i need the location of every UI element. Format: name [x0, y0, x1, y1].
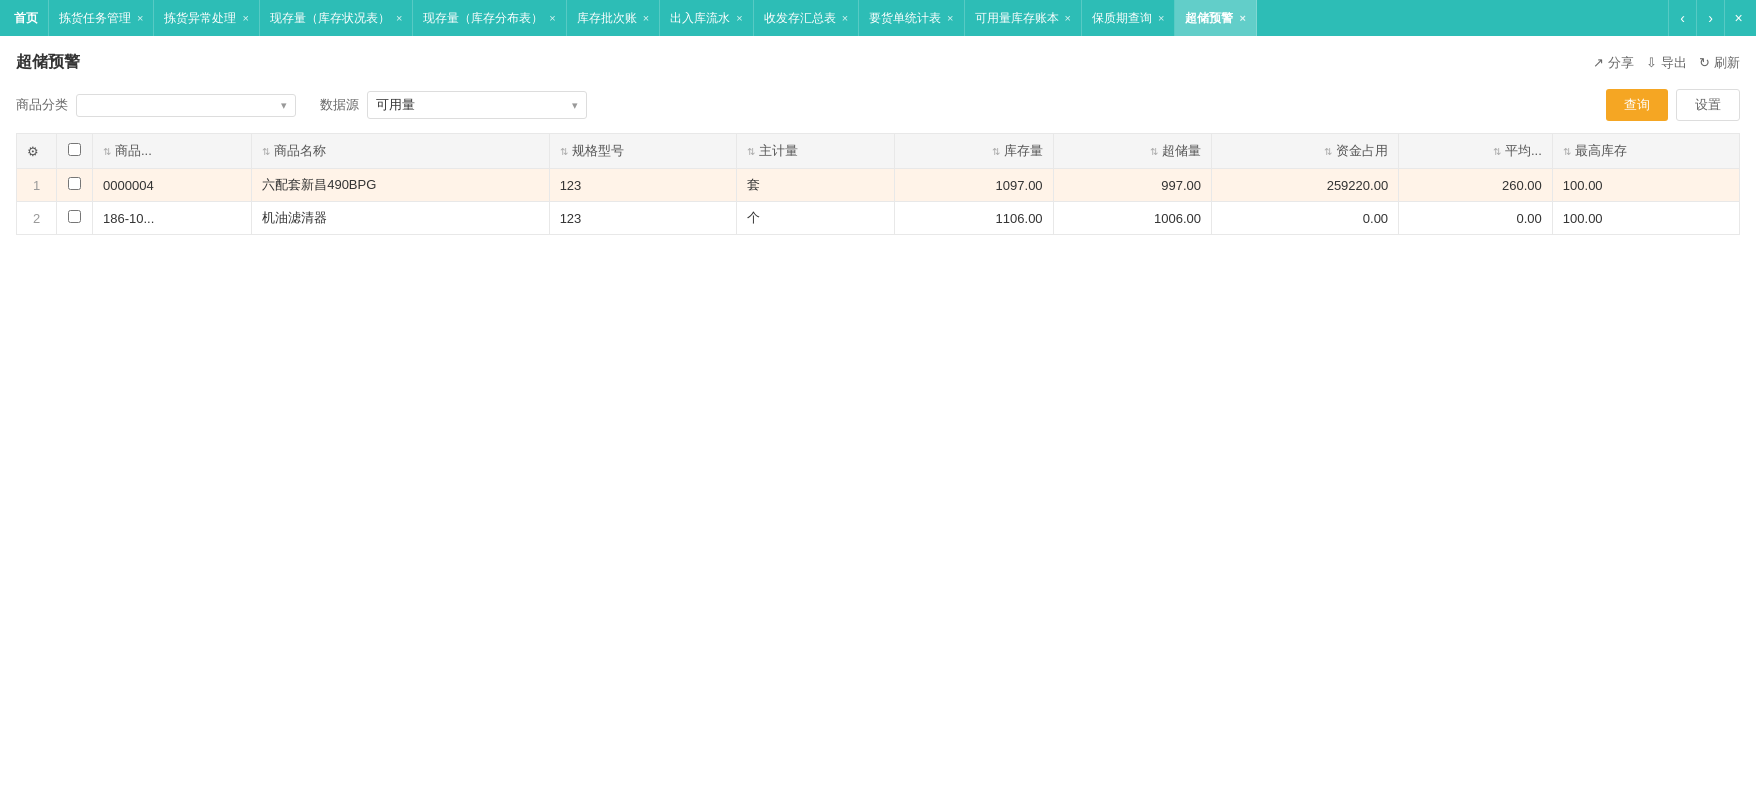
row-2-capital: 0.00: [1212, 202, 1399, 235]
nav-arrow-close[interactable]: ×: [1724, 0, 1752, 36]
table-row: 1 0000004 六配套新昌490BPG 123 套 1097.00 997.…: [17, 169, 1740, 202]
table-body: 1 0000004 六配套新昌490BPG 123 套 1097.00 997.…: [17, 169, 1740, 235]
th-stock[interactable]: ⇅库存量: [895, 134, 1053, 169]
close-stock-status-icon[interactable]: ×: [396, 12, 402, 24]
export-button[interactable]: ⇩ 导出: [1646, 54, 1687, 72]
row-1-unit: 套: [736, 169, 894, 202]
th-code[interactable]: ⇅商品...: [93, 134, 252, 169]
settings-button[interactable]: 设置: [1676, 89, 1740, 121]
nav-tab-order-stats[interactable]: 要货单统计表 ×: [859, 0, 964, 36]
close-in-out-flow-icon[interactable]: ×: [736, 12, 742, 24]
th-name[interactable]: ⇅商品名称: [252, 134, 549, 169]
nav-tab-stock-status[interactable]: 现存量（库存状况表） ×: [260, 0, 413, 36]
category-filter: 商品分类 ▾: [16, 94, 296, 117]
filter-bar: 商品分类 ▾ 数据源 可用量 ▾ 查询 设置: [16, 89, 1740, 121]
nav-tab-pick-exception[interactable]: 拣货异常处理 ×: [154, 0, 259, 36]
page-header: 超储预警 ↗ 分享 ⇩ 导出 ↻ 刷新: [16, 52, 1740, 73]
datasource-label: 数据源: [320, 96, 359, 114]
nav-arrow-right[interactable]: ›: [1696, 0, 1724, 36]
nav-arrow-left[interactable]: ‹: [1668, 0, 1696, 36]
table-row: 2 186-10... 机油滤清器 123 个 1106.00 1006.00 …: [17, 202, 1740, 235]
share-button[interactable]: ↗ 分享: [1593, 54, 1634, 72]
row-2-spec: 123: [549, 202, 736, 235]
th-capital[interactable]: ⇅资金占用: [1212, 134, 1399, 169]
th-checkbox: [57, 134, 93, 169]
nav-tab-in-out-flow[interactable]: 出入库流水 ×: [660, 0, 753, 36]
th-over[interactable]: ⇅超储量: [1053, 134, 1211, 169]
refresh-icon: ↻: [1699, 55, 1710, 70]
th-max[interactable]: ⇅最高库存: [1552, 134, 1739, 169]
row-1-over: 997.00: [1053, 169, 1211, 202]
header-actions: ↗ 分享 ⇩ 导出 ↻ 刷新: [1593, 54, 1740, 72]
row-1-spec: 123: [549, 169, 736, 202]
table-header-row: ⚙ ⇅商品... ⇅商品名称 ⇅规格型号 ⇅主计量 ⇅库存量 ⇅超储量 ⇅资金占…: [17, 134, 1740, 169]
refresh-button[interactable]: ↻ 刷新: [1699, 54, 1740, 72]
datasource-filter: 数据源 可用量 ▾: [320, 91, 587, 119]
page-title: 超储预警: [16, 52, 80, 73]
export-icon: ⇩: [1646, 55, 1657, 70]
datasource-select-value: 可用量: [376, 96, 415, 114]
nav-tab-stock-dist[interactable]: 现存量（库存分布表） ×: [413, 0, 566, 36]
row-1-name: 六配套新昌490BPG: [252, 169, 549, 202]
top-nav: 首页 拣货任务管理 × 拣货异常处理 × 现存量（库存状况表） × 现存量（库存…: [0, 0, 1756, 36]
close-avail-account-icon[interactable]: ×: [1065, 12, 1071, 24]
th-spec[interactable]: ⇅规格型号: [549, 134, 736, 169]
row-2-max: 100.00: [1552, 202, 1739, 235]
row-1-max: 100.00: [1552, 169, 1739, 202]
nav-tab-batch-account[interactable]: 库存批次账 ×: [567, 0, 660, 36]
datasource-chevron-icon: ▾: [572, 99, 578, 112]
row-2-unit: 个: [736, 202, 894, 235]
row-2-checkbox[interactable]: [68, 210, 81, 223]
close-pick-task-icon[interactable]: ×: [137, 12, 143, 24]
row-2-over: 1006.00: [1053, 202, 1211, 235]
row-1-num: 1: [17, 169, 57, 202]
row-2-name: 机油滤清器: [252, 202, 549, 235]
page-content: 超储预警 ↗ 分享 ⇩ 导出 ↻ 刷新 商品分类 ▾ 数据源: [0, 36, 1756, 800]
category-label: 商品分类: [16, 96, 68, 114]
query-button[interactable]: 查询: [1606, 89, 1668, 121]
row-1-checkbox[interactable]: [68, 177, 81, 190]
th-avg[interactable]: ⇅平均...: [1399, 134, 1553, 169]
row-1-stock: 1097.00: [895, 169, 1053, 202]
row-2-avg: 0.00: [1399, 202, 1553, 235]
row-1-checkbox-cell: [57, 169, 93, 202]
row-2-num: 2: [17, 202, 57, 235]
share-icon: ↗: [1593, 55, 1604, 70]
row-1-code: 0000004: [93, 169, 252, 202]
nav-tab-pick-task[interactable]: 拣货任务管理 ×: [49, 0, 154, 36]
row-1-avg: 260.00: [1399, 169, 1553, 202]
nav-tab-home[interactable]: 首页: [4, 0, 49, 36]
row-2-stock: 1106.00: [895, 202, 1053, 235]
close-stock-dist-icon[interactable]: ×: [549, 12, 555, 24]
nav-tab-expiry-query[interactable]: 保质期查询 ×: [1082, 0, 1175, 36]
close-batch-account-icon[interactable]: ×: [643, 12, 649, 24]
close-over-stock-icon[interactable]: ×: [1239, 12, 1245, 24]
row-2-checkbox-cell: [57, 202, 93, 235]
nav-arrows: ‹ › ×: [1668, 0, 1752, 36]
category-chevron-icon: ▾: [281, 99, 287, 112]
data-table: ⚙ ⇅商品... ⇅商品名称 ⇅规格型号 ⇅主计量 ⇅库存量 ⇅超储量 ⇅资金占…: [16, 133, 1740, 235]
close-pick-exception-icon[interactable]: ×: [242, 12, 248, 24]
row-2-code: 186-10...: [93, 202, 252, 235]
nav-tab-over-stock[interactable]: 超储预警 ×: [1175, 0, 1256, 36]
category-select[interactable]: ▾: [76, 94, 296, 117]
datasource-select[interactable]: 可用量 ▾: [367, 91, 587, 119]
filter-actions: 查询 设置: [1606, 89, 1740, 121]
close-expiry-query-icon[interactable]: ×: [1158, 12, 1164, 24]
row-1-capital: 259220.00: [1212, 169, 1399, 202]
table-head: ⚙ ⇅商品... ⇅商品名称 ⇅规格型号 ⇅主计量 ⇅库存量 ⇅超储量 ⇅资金占…: [17, 134, 1740, 169]
close-order-stats-icon[interactable]: ×: [947, 12, 953, 24]
th-gear[interactable]: ⚙: [17, 134, 57, 169]
th-unit[interactable]: ⇅主计量: [736, 134, 894, 169]
nav-tab-recv-send[interactable]: 收发存汇总表 ×: [754, 0, 859, 36]
select-all-checkbox[interactable]: [68, 143, 81, 156]
close-recv-send-icon[interactable]: ×: [842, 12, 848, 24]
nav-tab-avail-account[interactable]: 可用量库存账本 ×: [965, 0, 1082, 36]
